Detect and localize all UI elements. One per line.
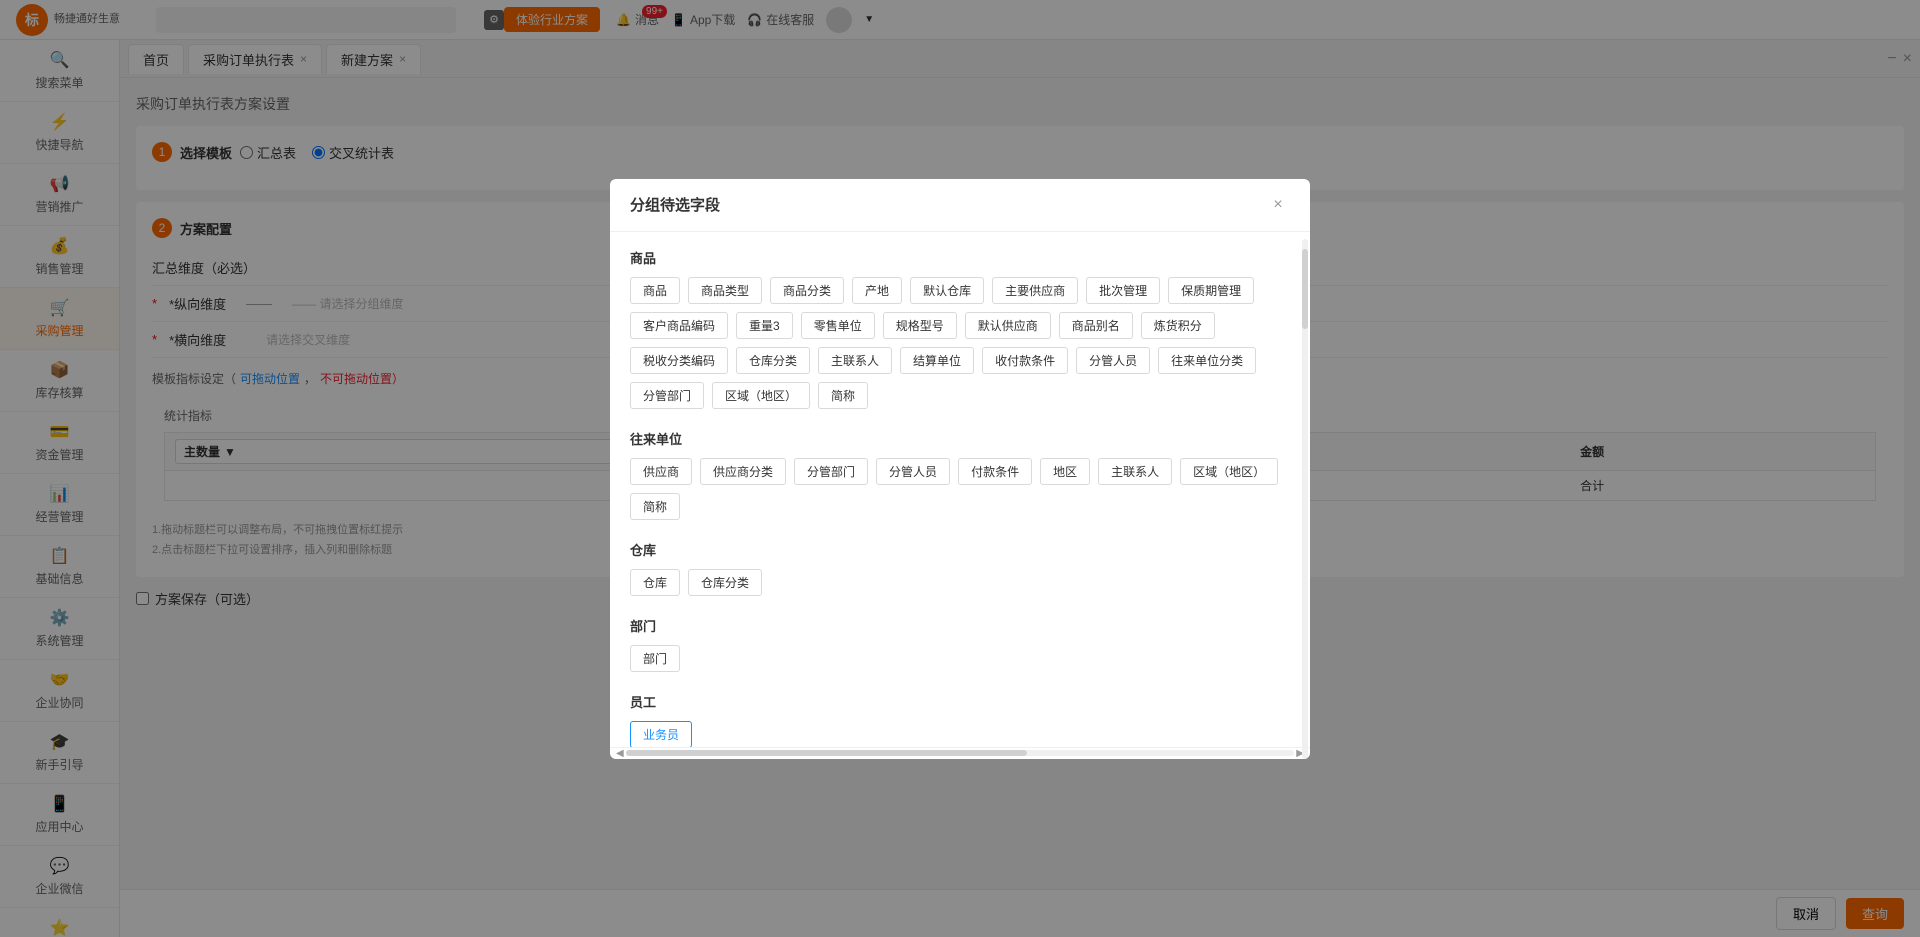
modal-section-employee: 员工 业务员 [630, 692, 1290, 747]
field-tag[interactable]: 产地 [852, 277, 902, 304]
field-tag[interactable]: 商品分类 [770, 277, 844, 304]
modal-section-partner: 往来单位 供应商 供应商分类 分管部门 分管人员 付款条件 地区 主联系人 区域… [630, 429, 1290, 520]
field-tag[interactable]: 收付款条件 [982, 347, 1068, 374]
section-title-warehouse: 仓库 [630, 540, 1290, 559]
field-tag[interactable]: 分管部门 [794, 458, 868, 485]
field-tag[interactable]: 商品类型 [688, 277, 762, 304]
field-tag[interactable]: 部门 [630, 645, 680, 672]
modal-title: 分组待选字段 [630, 194, 720, 215]
field-tag[interactable]: 往来单位分类 [1158, 347, 1256, 374]
field-tag[interactable]: 商品别名 [1059, 312, 1133, 339]
dept-fields: 部门 [630, 645, 1290, 672]
field-tag[interactable]: 仓库 [630, 569, 680, 596]
h-scroll-thumb [626, 750, 1027, 756]
field-tag[interactable]: 简称 [818, 382, 868, 409]
field-tag[interactable]: 批次管理 [1086, 277, 1160, 304]
modal-overlay[interactable]: 分组待选字段 × 商品 商品 商品类型 商品分类 产地 默认仓库 主要供应商 批… [0, 0, 1920, 937]
field-tag[interactable]: 付款条件 [958, 458, 1032, 485]
employee-fields: 业务员 [630, 721, 1290, 747]
modal-header: 分组待选字段 × [610, 179, 1310, 232]
h-scroll-track[interactable] [626, 750, 1295, 756]
modal-close-button[interactable]: × [1266, 193, 1290, 217]
field-tag[interactable]: 主联系人 [818, 347, 892, 374]
modal-scroll-footer: ◀ ▶ [610, 747, 1310, 759]
warehouse-fields: 仓库 仓库分类 [630, 569, 1290, 596]
field-tag[interactable]: 客户商品编码 [630, 312, 728, 339]
section-title-partner: 往来单位 [630, 429, 1290, 448]
field-tag[interactable]: 分管部门 [630, 382, 704, 409]
modal-v-scrollbar[interactable] [1302, 239, 1308, 759]
field-tag[interactable]: 简称 [630, 493, 680, 520]
field-tag[interactable]: 主要供应商 [992, 277, 1078, 304]
field-tag[interactable]: 默认仓库 [910, 277, 984, 304]
field-tag[interactable]: 默认供应商 [965, 312, 1051, 339]
field-tag[interactable]: 供应商 [630, 458, 692, 485]
field-tag[interactable]: 分管人员 [876, 458, 950, 485]
partner-fields: 供应商 供应商分类 分管部门 分管人员 付款条件 地区 主联系人 区域（地区） … [630, 458, 1290, 520]
section-title-employee: 员工 [630, 692, 1290, 711]
field-tag[interactable]: 结算单位 [900, 347, 974, 374]
field-tag[interactable]: 区域（地区） [1180, 458, 1278, 485]
field-tag[interactable]: 商品 [630, 277, 680, 304]
field-tag[interactable]: 零售单位 [801, 312, 875, 339]
product-fields: 商品 商品类型 商品分类 产地 默认仓库 主要供应商 批次管理 保质期管理 客户… [630, 277, 1290, 409]
v-scroll-thumb [1302, 249, 1308, 329]
field-tag[interactable]: 主联系人 [1098, 458, 1172, 485]
modal-section-dept: 部门 部门 [630, 616, 1290, 672]
field-tag[interactable]: 规格型号 [883, 312, 957, 339]
modal-section-product: 商品 商品 商品类型 商品分类 产地 默认仓库 主要供应商 批次管理 保质期管理… [630, 248, 1290, 409]
section-title-product: 商品 [630, 248, 1290, 267]
modal-body: 商品 商品 商品类型 商品分类 产地 默认仓库 主要供应商 批次管理 保质期管理… [610, 232, 1310, 747]
field-tag[interactable]: 炼货积分 [1141, 312, 1215, 339]
field-tag[interactable]: 仓库分类 [736, 347, 810, 374]
field-tag[interactable]: 业务员 [630, 721, 692, 747]
field-tag[interactable]: 重量3 [736, 312, 793, 339]
modal-section-warehouse: 仓库 仓库 仓库分类 [630, 540, 1290, 596]
section-title-dept: 部门 [630, 616, 1290, 635]
scroll-left-arrow[interactable]: ◀ [614, 748, 626, 759]
modal-dialog: 分组待选字段 × 商品 商品 商品类型 商品分类 产地 默认仓库 主要供应商 批… [610, 179, 1310, 759]
field-tag[interactable]: 仓库分类 [688, 569, 762, 596]
field-tag[interactable]: 分管人员 [1076, 347, 1150, 374]
field-tag[interactable]: 供应商分类 [700, 458, 786, 485]
field-tag[interactable]: 税收分类编码 [630, 347, 728, 374]
field-tag[interactable]: 地区 [1040, 458, 1090, 485]
field-tag[interactable]: 保质期管理 [1168, 277, 1254, 304]
field-tag[interactable]: 区域（地区） [712, 382, 810, 409]
